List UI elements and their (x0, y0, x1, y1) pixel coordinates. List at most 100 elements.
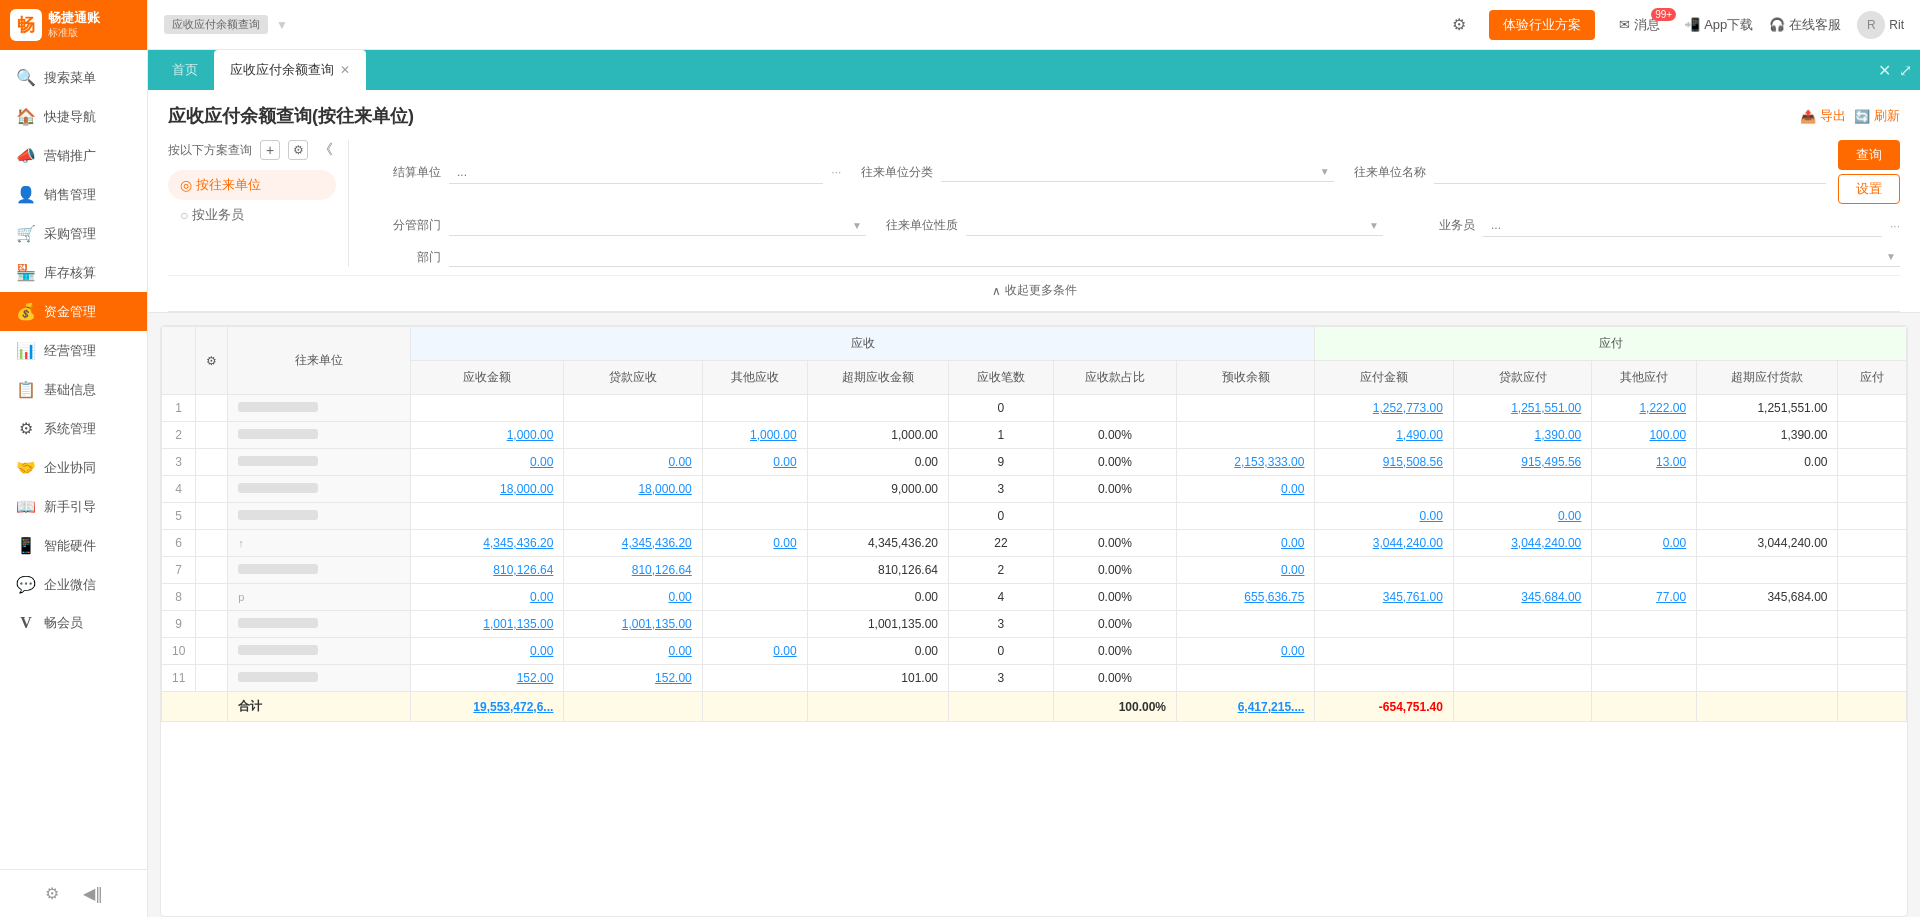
sidebar-item-guide[interactable]: 📖 新手引导 (0, 487, 147, 526)
row-receivable-amount: 0.00 (410, 638, 564, 665)
setting-button[interactable]: 设置 (1838, 174, 1900, 204)
row-other-payable (1592, 611, 1697, 638)
row-other-payable: 13.00 (1592, 449, 1697, 476)
collapse-more-btn[interactable]: ∧ 收起更多条件 (992, 282, 1077, 299)
sidebar-item-inventory[interactable]: 🏪 库存核算 (0, 253, 147, 292)
sidebar-bottom-gear[interactable]: ⚙ (35, 878, 69, 909)
message-icon: ✉ (1619, 17, 1630, 32)
sidebar-label-search: 搜索菜单 (44, 69, 96, 87)
app-icon: 📲 (1684, 17, 1700, 32)
filter-collapse-button[interactable]: 《 (316, 140, 336, 160)
row-receivable-amount: 0.00 (410, 449, 564, 476)
query-button[interactable]: 查询 (1838, 140, 1900, 170)
breadcrumb-dropdown-icon[interactable]: ▼ (276, 18, 288, 32)
row-overdue-amount: 101.00 (807, 665, 948, 692)
col-settings[interactable]: ⚙ (196, 327, 228, 395)
row-settings (196, 611, 228, 638)
table-container[interactable]: ⚙ 往来单位 应收 应付 应收金额 贷款应收 其他应收 超期应收金额 应收笔数 … (160, 325, 1908, 917)
col-other-payable: 其他应付 (1592, 361, 1697, 395)
tab-close-icon[interactable]: ✕ (340, 63, 350, 77)
header-actions: ⚙ 体验行业方案 ✉ 消息 99+ 📲 App下载 🎧 在线客服 R Rit (1445, 10, 1904, 40)
dept-manager-select[interactable]: ▼ (449, 216, 866, 236)
settlement-unit-label: 结算单位 (361, 164, 441, 181)
finance-icon: 💰 (16, 302, 36, 321)
guide-icon: 📖 (16, 497, 36, 516)
row-other-payable: 1,222.00 (1592, 395, 1697, 422)
row-prepaid-balance (1177, 665, 1315, 692)
filter-settlement-unit: 结算单位 ··· (361, 161, 841, 184)
sidebar-item-purchase[interactable]: 🛒 采购管理 (0, 214, 147, 253)
sidebar-item-wechat[interactable]: 💬 企业微信 (0, 565, 147, 604)
row-settings (196, 557, 228, 584)
row-partner (228, 422, 410, 449)
filter-salesperson: 业务员 ··· (1395, 214, 1900, 237)
sidebar: 畅 畅捷通账 标准版 🔍 搜索菜单 🏠 快捷导航 📣 营销推广 👤 销售管理 🛒… (0, 0, 148, 917)
row-receivable-amount: 4,345,436.20 (410, 530, 564, 557)
trial-button[interactable]: 体验行业方案 (1489, 10, 1595, 40)
row-payable-amount (1315, 557, 1453, 584)
partner-nature-select[interactable]: ▼ (966, 216, 1383, 236)
sidebar-item-quick-nav[interactable]: 🏠 快捷导航 (0, 97, 147, 136)
service-label: 在线客服 (1789, 16, 1841, 34)
sidebar-item-system[interactable]: ⚙ 系统管理 (0, 409, 147, 448)
row-settings (196, 530, 228, 557)
top-header: 应收应付余额查询 ▼ ⚙ 体验行业方案 ✉ 消息 99+ 📲 App下载 🎧 在… (148, 0, 1920, 50)
row-prepaid-balance: 0.00 (1177, 557, 1315, 584)
footer-loan-receivable (564, 692, 702, 722)
sidebar-item-sales[interactable]: 👤 销售管理 (0, 175, 147, 214)
app-download-button[interactable]: 📲 App下载 (1684, 16, 1753, 34)
message-button[interactable]: ✉ 消息 99+ (1611, 16, 1668, 34)
sidebar-item-corp[interactable]: 🤝 企业协同 (0, 448, 147, 487)
row-receivable-ratio (1053, 503, 1176, 530)
row-loan-payable (1453, 476, 1591, 503)
content-area: 应收应付余额查询(按往来单位) 📤 导出 🔄 刷新 (148, 90, 1920, 917)
scheme-by-partner[interactable]: ◎ 按往来单位 (168, 170, 336, 200)
salesperson-input[interactable] (1483, 214, 1882, 237)
col-overdue-payable: 超期应付货款 (1697, 361, 1838, 395)
page-title-row: 应收应付余额查询(按往来单位) 📤 导出 🔄 刷新 (168, 104, 1900, 128)
row-payable-amount (1315, 638, 1453, 665)
sidebar-item-finance[interactable]: 💰 资金管理 (0, 292, 147, 331)
partner-name-input[interactable] (1434, 161, 1826, 184)
sidebar-item-hardware[interactable]: 📱 智能硬件 (0, 526, 147, 565)
sales-icon: 👤 (16, 185, 36, 204)
home-icon: 🏠 (16, 107, 36, 126)
row-receivable-count: 0 (949, 638, 1054, 665)
tab-home[interactable]: 首页 (156, 50, 214, 90)
sidebar-label-guide: 新手引导 (44, 498, 96, 516)
user-area[interactable]: R Rit (1857, 11, 1904, 39)
export-button[interactable]: 📤 导出 (1800, 107, 1846, 125)
partner-category-select[interactable]: ▼ (941, 162, 1333, 182)
row-other-receivable (702, 503, 807, 530)
filter-setting-button[interactable]: ⚙ (288, 140, 308, 160)
sidebar-item-search[interactable]: 🔍 搜索菜单 (0, 58, 147, 97)
tab-bar-close-icon[interactable]: ✕ (1878, 61, 1891, 80)
scheme-by-salesperson[interactable]: ○ 按业务员 (168, 200, 336, 230)
sidebar-item-marketing[interactable]: 📣 营销推广 (0, 136, 147, 175)
table-row: 9 1,001,135.00 1,001,135.00 1,001,135.00… (162, 611, 1907, 638)
header-gear-button[interactable]: ⚙ (1445, 11, 1473, 39)
sidebar-item-basic[interactable]: 📋 基础信息 (0, 370, 147, 409)
tab-query[interactable]: 应收应付余额查询 ✕ (214, 50, 366, 90)
row-receivable-amount: 1,000.00 (410, 422, 564, 449)
filter-add-button[interactable]: + (260, 140, 280, 160)
salesperson-dots[interactable]: ··· (1890, 219, 1900, 233)
tab-query-label: 应收应付余额查询 (230, 61, 334, 79)
col-loan-receivable: 贷款应收 (564, 361, 702, 395)
sidebar-item-business[interactable]: 📊 经营管理 (0, 331, 147, 370)
settlement-unit-input[interactable] (449, 161, 823, 184)
filter-label: 按以下方案查询 + ⚙ 《 (168, 140, 336, 160)
dept-chevron: ▼ (1886, 251, 1896, 262)
row-receivable-ratio: 0.00% (1053, 611, 1176, 638)
sidebar-item-member[interactable]: V 畅会员 (0, 604, 147, 642)
dept-select[interactable]: ▼ (449, 247, 1900, 267)
settlement-unit-dots[interactable]: ··· (831, 165, 841, 179)
row-overdue-payable: 0.00 (1697, 449, 1838, 476)
row-loan-receivable: 4,345,436.20 (564, 530, 702, 557)
tab-bar-expand-icon[interactable]: ⤢ (1899, 61, 1912, 80)
row-receivable-ratio (1053, 395, 1176, 422)
sidebar-bottom-collapse[interactable]: ◀‖ (73, 878, 113, 909)
row-overdue-payable: 3,044,240.00 (1697, 530, 1838, 557)
refresh-button[interactable]: 🔄 刷新 (1854, 107, 1900, 125)
online-service-button[interactable]: 🎧 在线客服 (1769, 16, 1841, 34)
